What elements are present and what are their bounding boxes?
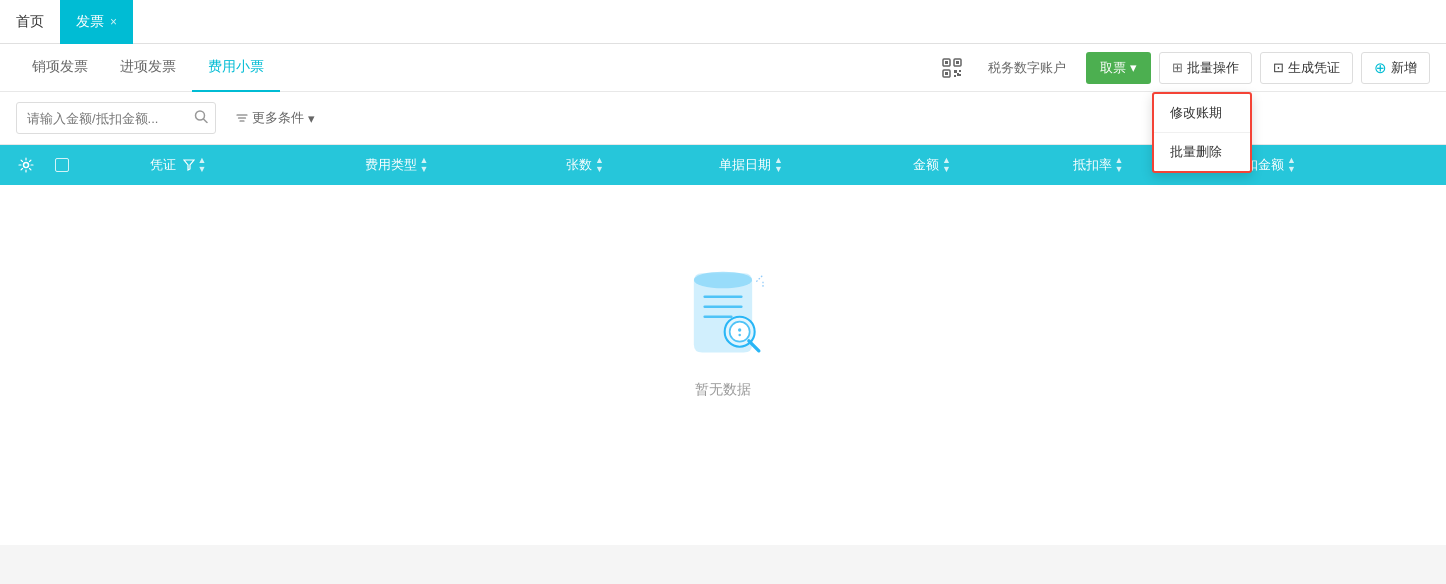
- th-amount: 金额 ▲▼: [849, 156, 1015, 174]
- th-count-sort[interactable]: ▲▼: [595, 156, 604, 174]
- svg-point-16: [24, 163, 29, 168]
- svg-rect-3: [956, 61, 959, 64]
- svg-rect-5: [945, 72, 948, 75]
- dropdown-item-modify-period[interactable]: 修改账期: [1154, 94, 1250, 132]
- svg-rect-7: [959, 70, 961, 72]
- top-nav: 首页 发票 ×: [0, 0, 1446, 44]
- tab-sales-invoice[interactable]: 销项发票: [16, 44, 104, 92]
- batch-ops-dropdown: 修改账期 批量删除: [1152, 92, 1252, 173]
- more-conditions-arrow-icon: ▾: [308, 111, 315, 126]
- tab-purchase-invoice[interactable]: 进项发票: [104, 44, 192, 92]
- th-date-label: 单据日期: [719, 156, 771, 174]
- more-conditions-button[interactable]: 更多条件 ▾: [228, 109, 323, 127]
- th-rate-sort[interactable]: ▲▼: [1115, 156, 1124, 174]
- th-type-label: 费用类型: [365, 156, 417, 174]
- tax-account-button[interactable]: 税务数字账户: [976, 52, 1078, 84]
- filter-icon: [236, 112, 248, 124]
- add-button[interactable]: ⊕ 新增: [1361, 52, 1430, 84]
- batch-ops-icon: ⊞: [1172, 60, 1183, 75]
- gen-voucher-icon: ⊡: [1273, 60, 1284, 75]
- th-count-label: 张数: [566, 156, 592, 174]
- th-date-sort[interactable]: ▲▼: [774, 156, 783, 174]
- secondary-toolbar: 销项发票 进项发票 费用小票 税务数字账户 取票 ▾: [0, 44, 1446, 92]
- close-icon[interactable]: ×: [110, 15, 117, 29]
- invoice-tab-label: 发票: [76, 13, 104, 31]
- svg-point-17: [694, 272, 752, 289]
- header-checkbox[interactable]: [55, 158, 69, 172]
- svg-line-12: [204, 119, 208, 123]
- empty-illustration: [673, 265, 773, 365]
- batch-ops-label: 批量操作: [1187, 59, 1239, 77]
- svg-rect-6: [954, 70, 957, 73]
- svg-rect-9: [957, 74, 961, 76]
- take-ticket-label: 取票: [1100, 59, 1126, 77]
- settings-icon: [18, 157, 34, 173]
- empty-state: 暂无数据: [0, 185, 1446, 439]
- th-type: 费用类型 ▲▼: [276, 156, 517, 174]
- home-tab[interactable]: 首页: [0, 0, 60, 44]
- empty-text: 暂无数据: [695, 381, 751, 399]
- th-type-sort[interactable]: ▲▼: [420, 156, 429, 174]
- search-icon: [194, 110, 208, 124]
- search-wrap: [16, 102, 216, 134]
- search-icon-button[interactable]: [194, 110, 208, 127]
- qr-icon-button[interactable]: [936, 52, 968, 84]
- th-amount-label: 金额: [913, 156, 939, 174]
- th-rate-label: 抵扣率: [1073, 156, 1112, 174]
- svg-point-25: [738, 334, 741, 337]
- th-checkbox[interactable]: [44, 158, 80, 172]
- tab-expense-ticket[interactable]: 费用小票: [192, 44, 280, 92]
- th-voucher-sort[interactable]: ▲▼: [198, 156, 207, 174]
- th-voucher-filter-icon[interactable]: [183, 158, 195, 172]
- svg-rect-1: [945, 61, 948, 64]
- content-area: 凭证 ▲▼ 费用类型 ▲▼ 张数 ▲▼ 单据日期 ▲▼: [0, 145, 1446, 545]
- batch-ops-wrapper: ⊞ 批量操作 修改账期 批量删除: [1159, 52, 1252, 84]
- more-conditions-label: 更多条件: [252, 109, 304, 127]
- batch-ops-button[interactable]: ⊞ 批量操作: [1159, 52, 1252, 84]
- add-label: 新增: [1391, 59, 1417, 77]
- search-input[interactable]: [16, 102, 216, 134]
- th-deduct-sort[interactable]: ▲▼: [1287, 156, 1296, 174]
- svg-line-26: [756, 275, 763, 282]
- th-amount-sort[interactable]: ▲▼: [942, 156, 951, 174]
- th-date: 单据日期 ▲▼: [653, 156, 849, 174]
- gen-voucher-label: 生成凭证: [1288, 59, 1340, 77]
- svg-rect-10: [957, 73, 959, 74]
- invoice-tab[interactable]: 发票 ×: [60, 0, 133, 44]
- take-ticket-button[interactable]: 取票 ▾: [1086, 52, 1151, 84]
- th-settings[interactable]: [8, 157, 44, 173]
- th-voucher: 凭证 ▲▼: [80, 156, 276, 174]
- dropdown-item-batch-delete[interactable]: 批量删除: [1154, 132, 1250, 171]
- svg-point-24: [738, 328, 741, 331]
- add-icon: ⊕: [1374, 59, 1387, 77]
- qr-icon: [941, 57, 963, 79]
- gen-voucher-button[interactable]: ⊡ 生成凭证: [1260, 52, 1353, 84]
- toolbar-actions: 税务数字账户 取票 ▾ ⊞ 批量操作 修改账期 批量删除 ⊡ 生成凭证 ⊕ 新增: [936, 52, 1430, 84]
- th-voucher-label: 凭证: [150, 156, 176, 174]
- take-ticket-arrow-icon: ▾: [1130, 60, 1137, 75]
- svg-rect-8: [954, 75, 956, 77]
- th-count: 张数 ▲▼: [517, 156, 653, 174]
